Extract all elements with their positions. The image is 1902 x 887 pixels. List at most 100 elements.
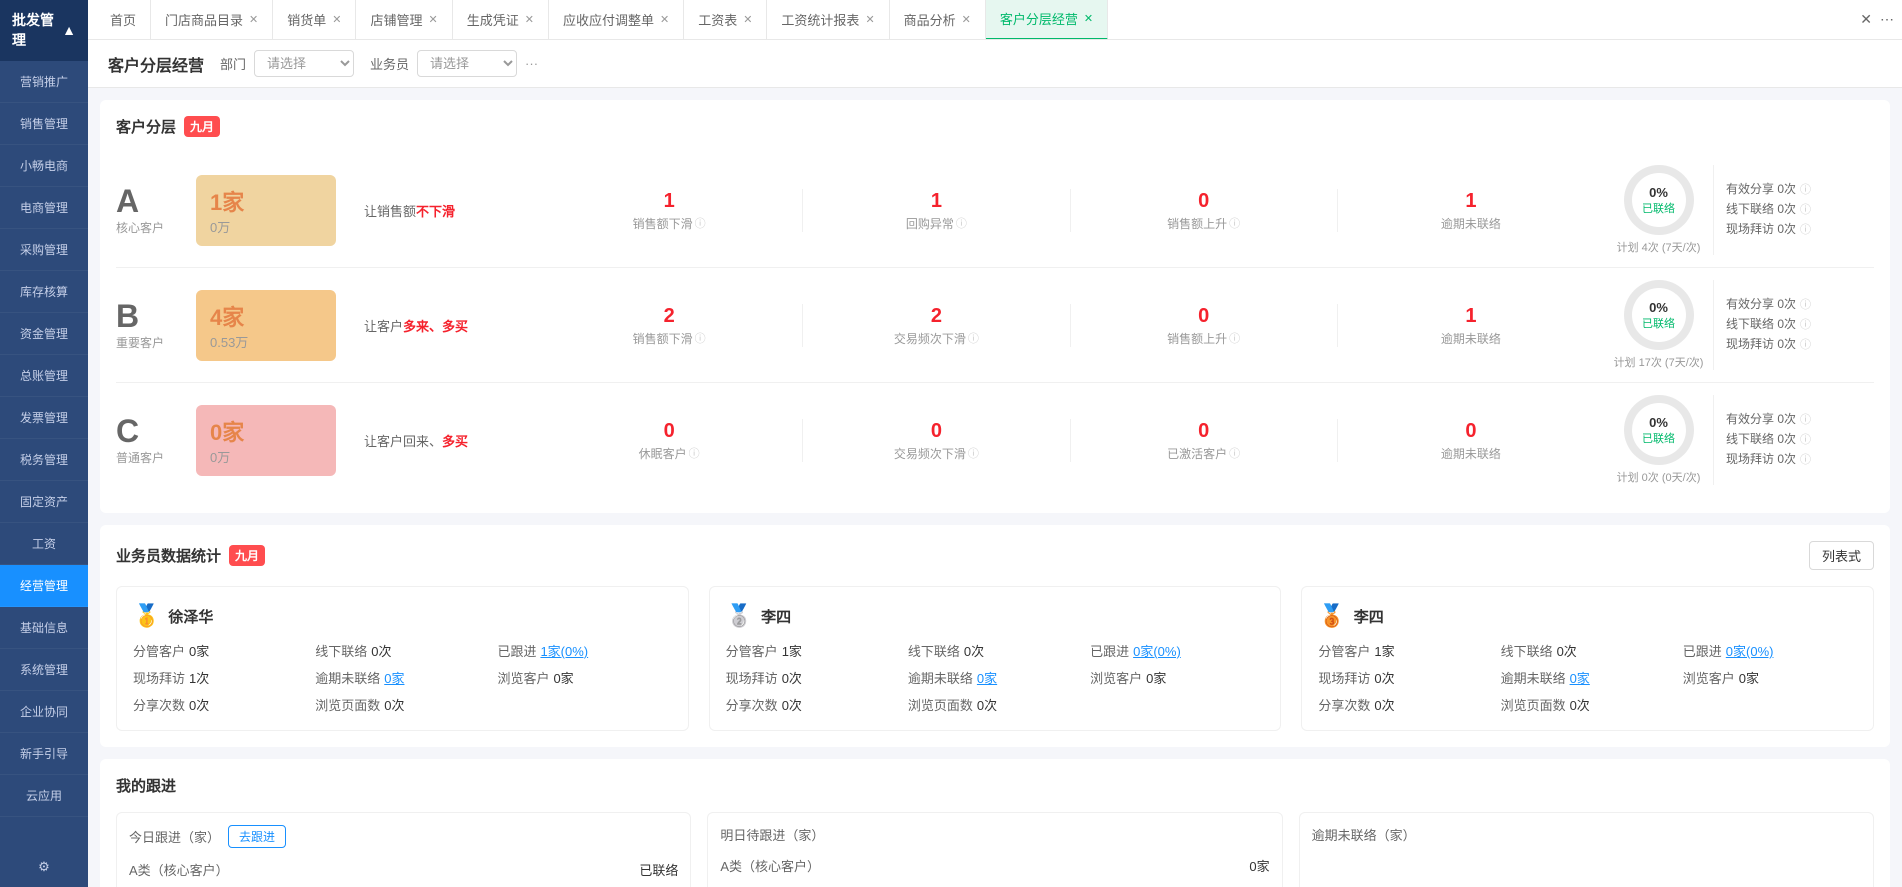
tab-close-icon[interactable]: ✕: [743, 13, 752, 26]
tier-stat-count: 1: [811, 189, 1061, 213]
follow-col-title: 今日跟进（家） 去跟进: [129, 825, 678, 848]
tier-stat-label: 销售额下滑 ⓘ: [544, 215, 794, 232]
sidebar-collapse-icon[interactable]: ▲: [62, 22, 76, 38]
info-icon: ⓘ: [968, 445, 979, 461]
tab-more-icon[interactable]: ⋯: [1880, 11, 1894, 28]
sidebar-item-企业协同[interactable]: 企业协同: [0, 691, 88, 733]
tab-close-icon[interactable]: ✕: [332, 13, 341, 26]
dept-select[interactable]: 请选择: [254, 50, 354, 77]
tier-name: 普通客户: [116, 449, 196, 466]
sidebar-item-工资[interactable]: 工资: [0, 523, 88, 565]
info-icon: ⓘ: [1800, 431, 1811, 447]
tier-right-stat: 线下联络 0次 ⓘ: [1726, 430, 1862, 447]
tab-销货单[interactable]: 销货单✕: [273, 0, 356, 40]
tab-close-icon[interactable]: ✕: [429, 13, 438, 26]
more-filter-icon[interactable]: ···: [525, 56, 538, 71]
sidebar-header[interactable]: 批发管理 ▲: [0, 0, 88, 61]
biz-stat-val[interactable]: 0家: [384, 668, 404, 687]
biz-stat-label: 分享次数: [1318, 695, 1370, 714]
sidebar-item-采购管理[interactable]: 采购管理: [0, 229, 88, 271]
tab-close-icon[interactable]: ✕: [249, 13, 258, 26]
tier-right-stat: 线下联络 0次 ⓘ: [1726, 315, 1862, 332]
biz-stat-val[interactable]: 0家(0%): [1133, 641, 1181, 660]
biz-stat-val[interactable]: 0家(0%): [1726, 641, 1774, 660]
tier-circle-C: 0% 已联络 计划 0次 (0天/次): [1604, 395, 1714, 485]
sidebar-item-新手引导[interactable]: 新手引导: [0, 733, 88, 775]
tab-商品分析[interactable]: 商品分析✕: [890, 0, 986, 40]
tab-首页[interactable]: 首页: [96, 0, 151, 40]
sidebar-item-税务管理[interactable]: 税务管理: [0, 439, 88, 481]
sidebar-item-基础信息[interactable]: 基础信息: [0, 607, 88, 649]
tier-label-C: C 普通客户: [116, 415, 196, 466]
follow-col-title-text: 今日跟进（家）: [129, 827, 220, 846]
tab-工资统计报表[interactable]: 工资统计报表✕: [767, 0, 889, 40]
tab-close-icon[interactable]: ✕: [865, 13, 874, 26]
tier-circle-A: 0% 已联络 计划 4次 (7天/次): [1604, 165, 1714, 255]
sidebar-item-小畅电商[interactable]: 小畅电商: [0, 145, 88, 187]
sidebar-item-总账管理[interactable]: 总账管理: [0, 355, 88, 397]
tab-close-icon[interactable]: ✕: [660, 13, 669, 26]
sidebar-item-固定资产[interactable]: 固定资产: [0, 481, 88, 523]
tier-stat-0: 0 休眠客户 ⓘ: [536, 419, 803, 462]
biz-stats-grid: 分管客户 1家 线下联络 0次 已跟进 0家(0%) 现场拜访 0次 逾期未联络…: [1318, 641, 1857, 714]
tier-stat-3: 0 逾期未联络: [1338, 419, 1604, 462]
info-icon: ⓘ: [1800, 201, 1811, 217]
biz-card-1: 🥈 李四 分管客户 1家 线下联络 0次 已跟进 0家(0%) 现场拜访 0次 …: [709, 586, 1282, 731]
tier-count: 1家: [210, 185, 322, 217]
circle-sub: 计划 17次 (7天/次): [1612, 354, 1705, 370]
tier-stats: 0 休眠客户 ⓘ 0 交易频次下滑 ⓘ 0 已激活客户 ⓘ: [536, 419, 1604, 462]
medal-icon: 🥇: [133, 603, 160, 629]
biz-stat-label: 逾期未联络: [1501, 668, 1566, 687]
tier-name: 核心客户: [116, 219, 196, 236]
biz-title-text: 业务员数据统计: [116, 545, 221, 566]
sidebar-item-发票管理[interactable]: 发票管理: [0, 397, 88, 439]
sidebar-item-系统管理[interactable]: 系统管理: [0, 649, 88, 691]
biz-stat-label: 浏览客户: [497, 668, 549, 687]
right-stat-label: 现场拜访 0次: [1726, 450, 1796, 467]
right-stat-label: 有效分享 0次: [1726, 295, 1796, 312]
tab-close-icon[interactable]: ✕: [525, 13, 534, 26]
main-area: 首页门店商品目录✕销货单✕店铺管理✕生成凭证✕应收应付调整单✕工资表✕工资统计报…: [88, 0, 1902, 887]
biz-stat-label: 浏览客户: [1090, 668, 1142, 687]
medal-icon: 🥈: [726, 603, 753, 629]
biz-stats-grid: 分管客户 0家 线下联络 0次 已跟进 1家(0%) 现场拜访 1次 逾期未联络…: [133, 641, 672, 714]
sales-select[interactable]: 请选择: [417, 50, 517, 77]
biz-stat-val[interactable]: 0家: [977, 668, 997, 687]
sidebar-item-经营管理[interactable]: 经营管理: [0, 565, 88, 607]
tab-close-icon[interactable]: ✕: [1084, 12, 1093, 25]
tab-close-all-icon[interactable]: ✕: [1860, 11, 1872, 28]
biz-stat-val[interactable]: 0家: [1570, 668, 1590, 687]
sidebar-item-电商管理[interactable]: 电商管理: [0, 187, 88, 229]
tab-label: 生成凭证: [467, 10, 519, 29]
tab-应收应付调整单[interactable]: 应收应付调整单✕: [549, 0, 684, 40]
sidebar-item-库存核算[interactable]: 库存核算: [0, 271, 88, 313]
tier-stat-label: 回购异常 ⓘ: [811, 215, 1061, 232]
circle-pct: 0%: [1649, 300, 1668, 315]
right-stat-label: 有效分享 0次: [1726, 410, 1796, 427]
sidebar-item-资金管理[interactable]: 资金管理: [0, 313, 88, 355]
tier-stat-count: 1: [1346, 304, 1596, 328]
tab-店铺管理[interactable]: 店铺管理✕: [356, 0, 452, 40]
sidebar-item-销售管理[interactable]: 销售管理: [0, 103, 88, 145]
biz-stat-item-0: 分管客户 1家: [1318, 641, 1492, 660]
tier-stat-0: 2 销售额下滑 ⓘ: [536, 304, 803, 347]
tab-close-icon[interactable]: ✕: [962, 13, 971, 26]
go-follow-button[interactable]: 去跟进: [228, 825, 286, 848]
tab-工资表[interactable]: 工资表✕: [684, 0, 767, 40]
follow-title: 我的跟进: [116, 775, 1874, 796]
info-icon: ⓘ: [695, 215, 706, 231]
follow-row-0: A类（核心客户） 0家: [720, 852, 1269, 879]
sidebar-settings[interactable]: ⚙: [0, 847, 88, 887]
tab-客户分层经营[interactable]: 客户分层经营✕: [986, 0, 1108, 40]
tab-门店商品目录[interactable]: 门店商品目录✕: [151, 0, 273, 40]
sidebar-item-云应用[interactable]: 云应用: [0, 775, 88, 817]
tier-row-C: C 普通客户 0家 0万 让客户回来、多买 0 休眠客户 ⓘ 0 交易频次下滑 …: [116, 383, 1874, 497]
biz-stat-item-7: 浏览页面数 0次: [315, 695, 489, 714]
follow-row-0: A类（核心客户） 已联络: [129, 856, 678, 883]
follow-row-1: B类（重要客户） 已联络 ①: [129, 883, 678, 887]
biz-stat-val[interactable]: 1家(0%): [540, 641, 588, 660]
tier-wan: 0.53万: [210, 332, 322, 351]
sidebar-item-营销推广[interactable]: 营销推广: [0, 61, 88, 103]
tab-生成凭证[interactable]: 生成凭证 ✕: [453, 0, 549, 40]
list-view-button[interactable]: 列表式: [1809, 541, 1874, 570]
